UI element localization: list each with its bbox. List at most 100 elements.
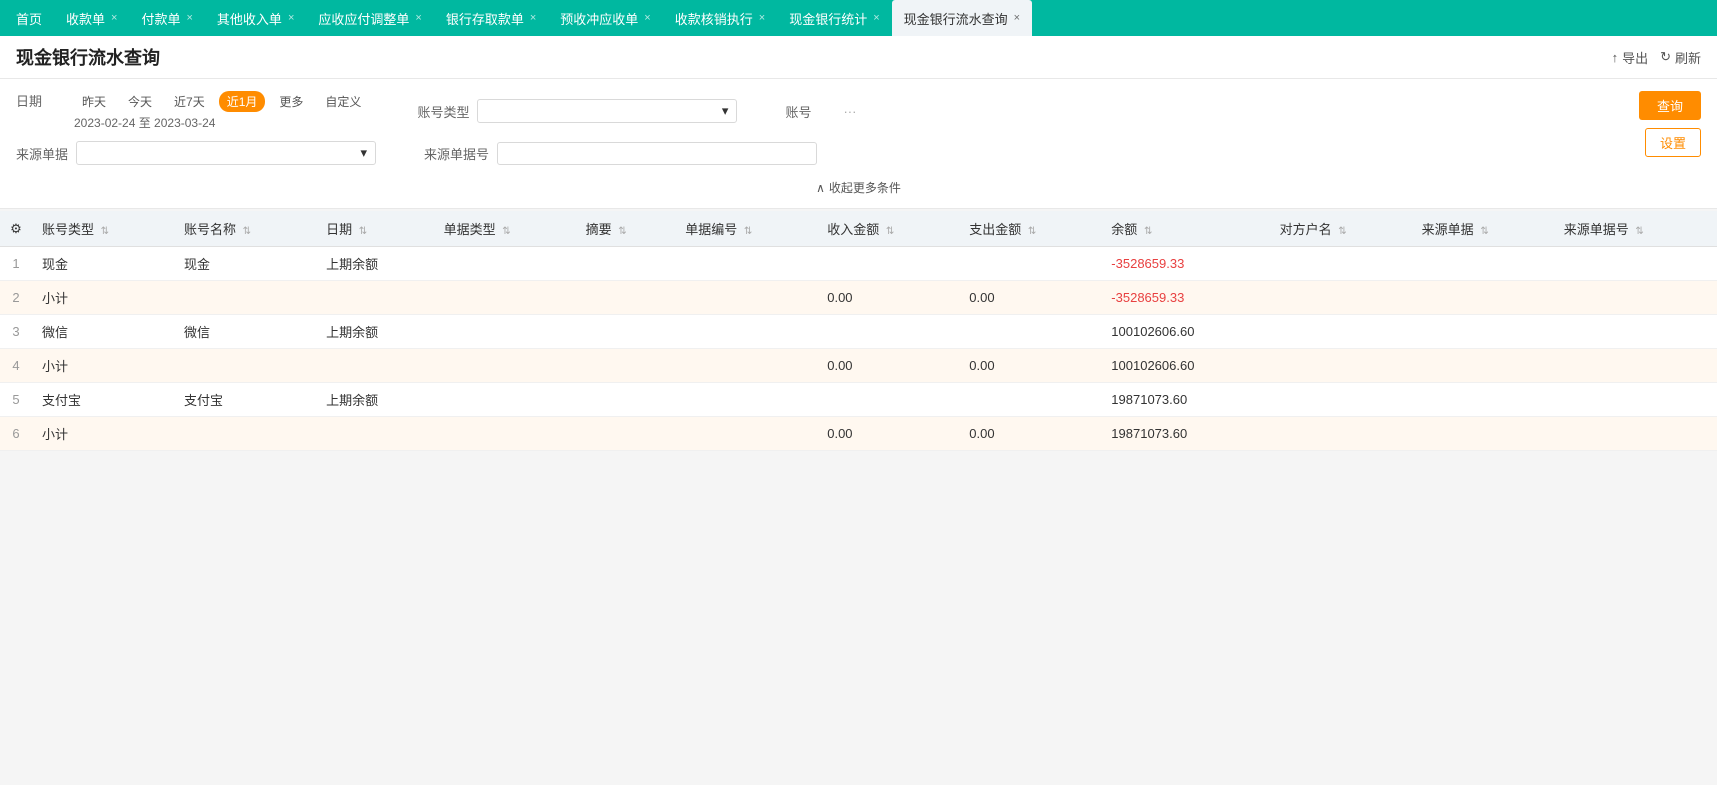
cell-income: 0.00 [817,349,959,383]
th-date-label: 日期 [326,222,352,237]
cell-balance: 100102606.60 [1101,349,1269,383]
th-account-type[interactable]: 账号类型 ⇅ [32,211,174,247]
th-doc-number[interactable]: 单据编号 ⇅ [675,211,817,247]
table-row: 3微信微信上期余额100102606.60 [0,315,1717,349]
source-doc-num-label: 来源单据号 [424,144,489,163]
cell-date: 上期余额 [316,247,434,281]
date-option-more[interactable]: 更多 [271,91,311,112]
export-button[interactable]: ↑ 导出 [1612,48,1649,67]
th-balance[interactable]: 余额 ⇅ [1101,211,1269,247]
close-icon[interactable]: × [415,12,421,24]
nav-item-collect-exec[interactable]: 收款核销执行 × [663,0,777,36]
nav-item-cash-flow[interactable]: 现金银行流水查询 × [892,0,1032,36]
nav-item-home[interactable]: 首页 [4,0,54,36]
th-counterparty-label: 对方户名 [1280,222,1332,237]
filter-area: 日期 昨天 今天 近7天 近1月 更多 自定义 2023-02-24 至 202… [0,79,1717,209]
collapse-button[interactable]: ∧ 收起更多条件 [816,179,901,196]
nav-item-bank-deposit[interactable]: 银行存取款单 × [434,0,548,36]
sort-icon: ⇅ [618,226,626,237]
date-option-7days[interactable]: 近7天 [166,91,213,112]
date-option-today[interactable]: 今天 [120,91,160,112]
cell-counterparty [1270,281,1412,315]
cell-income: 0.00 [817,281,959,315]
th-doc-type[interactable]: 单据类型 ⇅ [434,211,576,247]
query-button[interactable]: 查询 [1639,91,1701,120]
settings-button[interactable]: 设置 [1645,128,1701,157]
nav-item-cash-stat[interactable]: 现金银行统计 × [777,0,891,36]
date-option-yesterday[interactable]: 昨天 [74,91,114,112]
account-filter-group: 账号 ··· [785,102,860,121]
cell-counterparty [1270,315,1412,349]
cell-source_doc_num [1554,247,1717,281]
refresh-button[interactable]: ↻ 刷新 [1660,48,1701,67]
th-counterparty[interactable]: 对方户名 ⇅ [1270,211,1412,247]
close-icon[interactable]: × [1014,12,1020,24]
th-source-doc-num[interactable]: 来源单据号 ⇅ [1554,211,1717,247]
close-icon[interactable]: × [288,12,294,24]
date-option-1month[interactable]: 近1月 [219,91,266,112]
cell-doc_number [675,349,817,383]
sort-icon: ⇅ [359,226,367,237]
close-icon[interactable]: × [759,12,765,24]
cell-source_doc_num [1554,383,1717,417]
cell-source_doc [1412,247,1554,281]
cell-counterparty [1270,349,1412,383]
cell-source_doc [1412,315,1554,349]
th-doc-number-label: 单据编号 [685,222,737,237]
account-dots[interactable]: ··· [843,104,856,119]
nav-label-collect-exec: 收款核销执行 [675,9,753,28]
nav-item-other-income[interactable]: 其他收入单 × [205,0,306,36]
th-doc-type-label: 单据类型 [444,222,496,237]
cell-expense: 0.00 [959,281,1101,315]
cell-source_doc_num [1554,281,1717,315]
chevron-down-icon: ▾ [722,103,729,119]
cell-doc_number [675,417,817,451]
th-source-doc-label: 来源单据 [1422,222,1474,237]
th-summary[interactable]: 摘要 ⇅ [576,211,676,247]
nav-item-payment[interactable]: 付款单 × [129,0,204,36]
sort-icon: ⇅ [1635,226,1643,237]
account-label: 账号 [785,102,835,121]
table-row: 1现金现金上期余额-3528659.33 [0,247,1717,281]
nav-item-prepay[interactable]: 预收冲应收单 × [548,0,662,36]
th-income[interactable]: 收入金额 ⇅ [817,211,959,247]
close-icon[interactable]: × [186,12,192,24]
top-nav: 首页 收款单 × 付款单 × 其他收入单 × 应收应付调整单 × 银行存取款单 … [0,0,1717,36]
cell-account_type: 小计 [32,281,174,315]
nav-item-receipt[interactable]: 收款单 × [54,0,129,36]
date-filter-group: 日期 昨天 今天 近7天 近1月 更多 自定义 2023-02-24 至 202… [16,91,369,131]
cell-account_type: 支付宝 [32,383,174,417]
sort-icon: ⇅ [502,226,510,237]
source-doc-select[interactable]: ▾ [76,141,376,165]
close-icon[interactable]: × [111,12,117,24]
cell-date [316,417,434,451]
cell-doc_type [434,315,576,349]
source-doc-num-filter-group: 来源单据号 [424,142,817,165]
th-settings[interactable]: ⚙ [0,211,32,247]
nav-label-other-income: 其他收入单 [217,9,282,28]
cell-doc_type [434,281,576,315]
th-expense[interactable]: 支出金额 ⇅ [959,211,1101,247]
close-icon[interactable]: × [530,12,536,24]
th-account-name[interactable]: 账号名称 ⇅ [174,211,316,247]
nav-item-ar-adjust[interactable]: 应收应付调整单 × [306,0,433,36]
cell-expense: 0.00 [959,417,1101,451]
account-type-select[interactable]: ▾ [477,99,737,123]
th-source-doc[interactable]: 来源单据 ⇅ [1412,211,1554,247]
close-icon[interactable]: × [644,12,650,24]
source-doc-num-input[interactable] [497,142,817,165]
sort-icon: ⇅ [1480,226,1488,237]
nav-label-ar-adjust: 应收应付调整单 [318,9,409,28]
filter-main: 日期 昨天 今天 近7天 近1月 更多 自定义 2023-02-24 至 202… [16,91,1701,175]
table-container: ⚙ 账号类型 ⇅ 账号名称 ⇅ 日期 ⇅ 单据类型 ⇅ 摘 [0,211,1717,451]
close-icon[interactable]: × [873,12,879,24]
collapse-icon: ∧ [816,181,825,195]
th-date[interactable]: 日期 ⇅ [316,211,434,247]
cell-account_name [174,281,316,315]
cell-account_type: 微信 [32,315,174,349]
cell-num: 6 [0,417,32,451]
date-option-custom[interactable]: 自定义 [317,91,369,112]
th-account-name-label: 账号名称 [184,222,236,237]
cell-doc_number [675,383,817,417]
cell-counterparty [1270,417,1412,451]
